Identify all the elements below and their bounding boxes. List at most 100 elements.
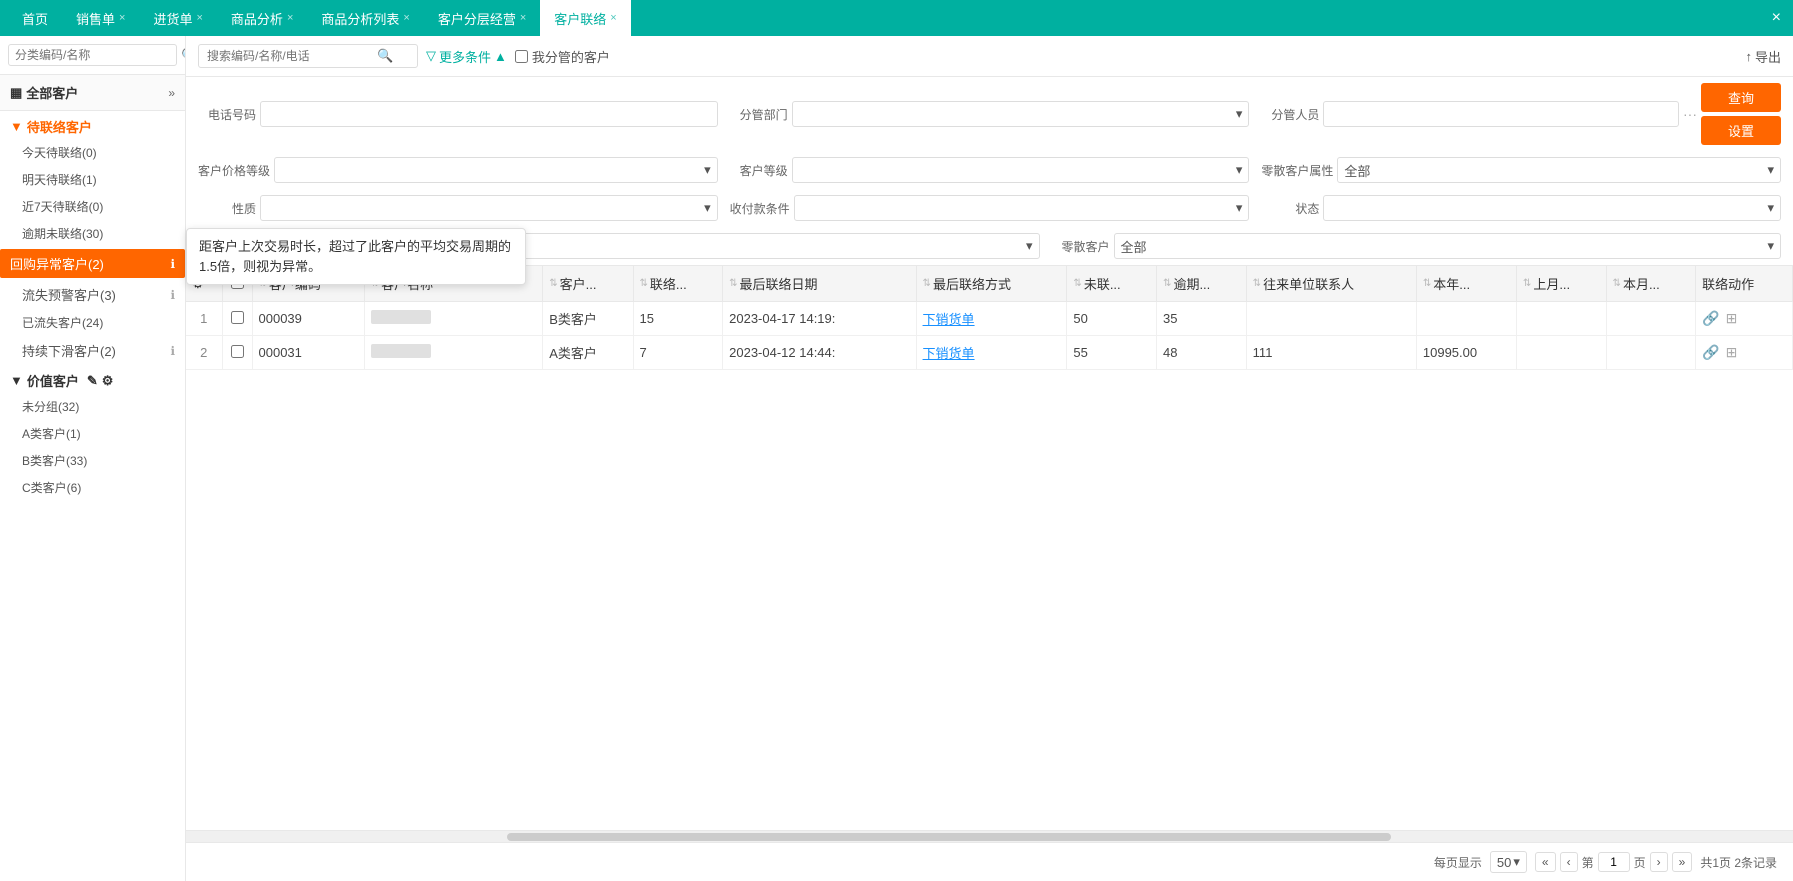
phone-input[interactable] <box>260 101 718 127</box>
search-wrap: 🔍 <box>198 44 418 68</box>
manager-dots[interactable]: ··· <box>1683 106 1697 122</box>
page-input[interactable] <box>1598 852 1630 872</box>
sidebar-item-loss-warning[interactable]: 流失预警客户(3) ℹ <box>0 280 185 309</box>
sidebar-item-ungrouped[interactable]: 未分组(32) <box>0 393 185 420</box>
window-close-btn[interactable]: × <box>1772 9 1781 27</box>
row1-link-icon[interactable]: 🔗 <box>1702 310 1719 327</box>
my-customers-checkbox-label[interactable]: 我分管的客户 <box>515 47 610 66</box>
sidebar-item-c-class[interactable]: C类客户(6) <box>0 474 185 501</box>
query-button[interactable]: 查询 <box>1701 83 1781 112</box>
scrollbar-thumb[interactable] <box>507 833 1391 841</box>
adv-retail-attr: 零散客户属性 全部 ▾ <box>1261 157 1781 183</box>
th-overdue: ⇅ 逾期... <box>1157 266 1247 302</box>
first-page-btn[interactable]: « <box>1535 852 1556 872</box>
status-select[interactable]: ▾ <box>1323 195 1781 221</box>
nav-home[interactable]: 首页 <box>8 0 62 36</box>
sidebar-item-tomorrow[interactable]: 明天待联络(1) <box>0 166 185 193</box>
th-last-month: ⇅ 上月... <box>1516 266 1606 302</box>
cust-level-select[interactable]: ▾ <box>792 157 1250 183</box>
retail-attr-select[interactable]: 全部 ▾ <box>1337 157 1781 183</box>
row1-grid-icon[interactable]: ⊞ <box>1726 310 1738 327</box>
chevron-down-icon-8: ▾ <box>1026 238 1033 254</box>
more-conditions-btn[interactable]: ▽ 更多条件 ▲ <box>426 47 507 66</box>
sidebar-all-customers[interactable]: ▦ 全部客户 » <box>0 75 185 111</box>
retail-cust-select[interactable]: 全部 ▾ <box>1114 233 1782 259</box>
payment-select[interactable]: ▾ <box>794 195 1250 221</box>
edit-icon[interactable]: ✎ <box>87 373 98 389</box>
price-level-select[interactable]: ▾ <box>274 157 718 183</box>
nav-product-list-close[interactable]: × <box>403 12 409 24</box>
nav-customer-tier[interactable]: 客户分层经营 × <box>424 0 540 36</box>
row1-unit-contact <box>1246 302 1416 336</box>
next-page-btn[interactable]: › <box>1650 852 1668 872</box>
info-icon-3: ℹ <box>170 344 175 358</box>
nav-product-analysis[interactable]: 商品分析 × <box>217 0 307 36</box>
sidebar-section-value: ▼ 价值客户 ✎ ⚙ <box>0 365 185 393</box>
row1-last-month <box>1516 302 1606 336</box>
nav-sales[interactable]: 销售单 × <box>62 0 139 36</box>
horizontal-scrollbar[interactable] <box>186 830 1793 842</box>
manager-select[interactable] <box>1323 101 1679 127</box>
row2-last-method[interactable]: 下销货单 <box>916 336 1067 370</box>
nature-select[interactable]: ▾ <box>260 195 718 221</box>
sidebar-item-7days[interactable]: 近7天待联络(0) <box>0 193 185 220</box>
info-icon-2: ℹ <box>170 288 175 302</box>
chevron-down-icon-4: ▾ <box>1767 162 1774 178</box>
prev-page-btn[interactable]: ‹ <box>1560 852 1578 872</box>
export-btn[interactable]: ↑ 导出 <box>1745 47 1781 66</box>
th-level: ⇅ 客户... <box>543 266 633 302</box>
th-last-date: ⇅ 最后联络日期 <box>723 266 916 302</box>
row1-overdue: 35 <box>1157 302 1247 336</box>
row2-grid-icon[interactable]: ⊞ <box>1726 344 1738 361</box>
nav-customer-tier-close[interactable]: × <box>520 12 526 24</box>
row1-last-method[interactable]: 下销货单 <box>916 302 1067 336</box>
th-contact-count: ⇅ 联络... <box>633 266 723 302</box>
adv-row-3: 性质 ▾ 收付款条件 ▾ 状态 <box>186 189 1793 227</box>
per-page-select[interactable]: 50 ▾ <box>1490 851 1527 873</box>
row1-name <box>364 302 543 336</box>
action-buttons: 查询 设置 <box>1701 83 1781 145</box>
sidebar-item-lost[interactable]: 已流失客户(24) <box>0 309 185 336</box>
sidebar-item-a-class[interactable]: A类客户(1) <box>0 420 185 447</box>
row2-checkbox-cell <box>222 336 252 370</box>
dept-select[interactable]: ▾ <box>792 101 1250 127</box>
nav-purchase[interactable]: 进货单 × <box>139 0 216 36</box>
chevron-down-icon: ▾ <box>1236 106 1243 122</box>
row1-checkbox[interactable] <box>231 311 244 324</box>
row2-checkbox[interactable] <box>231 345 244 358</box>
export-icon: ↑ <box>1745 49 1752 64</box>
main-search-input[interactable] <box>207 49 377 63</box>
sidebar-item-today[interactable]: 今天待联络(0) <box>0 139 185 166</box>
sidebar-search-area: 🔍 <box>0 36 185 75</box>
row2-link-icon[interactable]: 🔗 <box>1702 344 1719 361</box>
sidebar-search-input[interactable] <box>8 44 177 66</box>
sidebar-collapse-btn[interactable]: » <box>168 86 175 100</box>
nav-sales-close[interactable]: × <box>119 12 125 24</box>
th-this-month: ⇅ 本月... <box>1606 266 1696 302</box>
nav-product-analysis-close[interactable]: × <box>287 12 293 24</box>
nav-customer-contact[interactable]: 客户联络 × <box>540 0 630 36</box>
page-label: 页 <box>1634 854 1646 871</box>
settings-button[interactable]: 设置 <box>1701 116 1781 145</box>
col-sort-icon-10: ⇅ <box>1423 278 1431 289</box>
sidebar-item-b-class[interactable]: B类客户(33) <box>0 447 185 474</box>
sidebar-item-declining[interactable]: 持续下滑客户(2) ℹ <box>0 336 185 365</box>
nav-product-list[interactable]: 商品分析列表 × <box>307 0 423 36</box>
sidebar-item-abnormal-repurchase[interactable]: 回购异常客户(2) ℹ <box>0 249 185 278</box>
last-page-btn[interactable]: » <box>1672 852 1693 872</box>
settings-icon-2[interactable]: ⚙ <box>102 373 114 389</box>
nav-purchase-close[interactable]: × <box>196 12 202 24</box>
row1-level: B类客户 <box>543 302 633 336</box>
th-uncontacted: ⇅ 未联... <box>1067 266 1157 302</box>
main-layout: 🔍 ▦ 全部客户 » ▼ 待联络客户 今天待联络(0) 明天待联络(1) 近7天… <box>0 36 1793 881</box>
row2-uncontacted: 55 <box>1067 336 1157 370</box>
nav-customer-contact-close[interactable]: × <box>610 12 616 24</box>
my-customers-checkbox[interactable] <box>515 50 528 63</box>
row1-contact: 15 <box>633 302 723 336</box>
sidebar-item-overdue[interactable]: 逾期未联络(30) <box>0 220 185 247</box>
row1-code: 000039 <box>252 302 364 336</box>
row2-this-year: 10995.00 <box>1416 336 1516 370</box>
chevron-down-icon-10: ▾ <box>1513 854 1520 870</box>
row1-checkbox-cell <box>222 302 252 336</box>
row1-uncontacted: 50 <box>1067 302 1157 336</box>
